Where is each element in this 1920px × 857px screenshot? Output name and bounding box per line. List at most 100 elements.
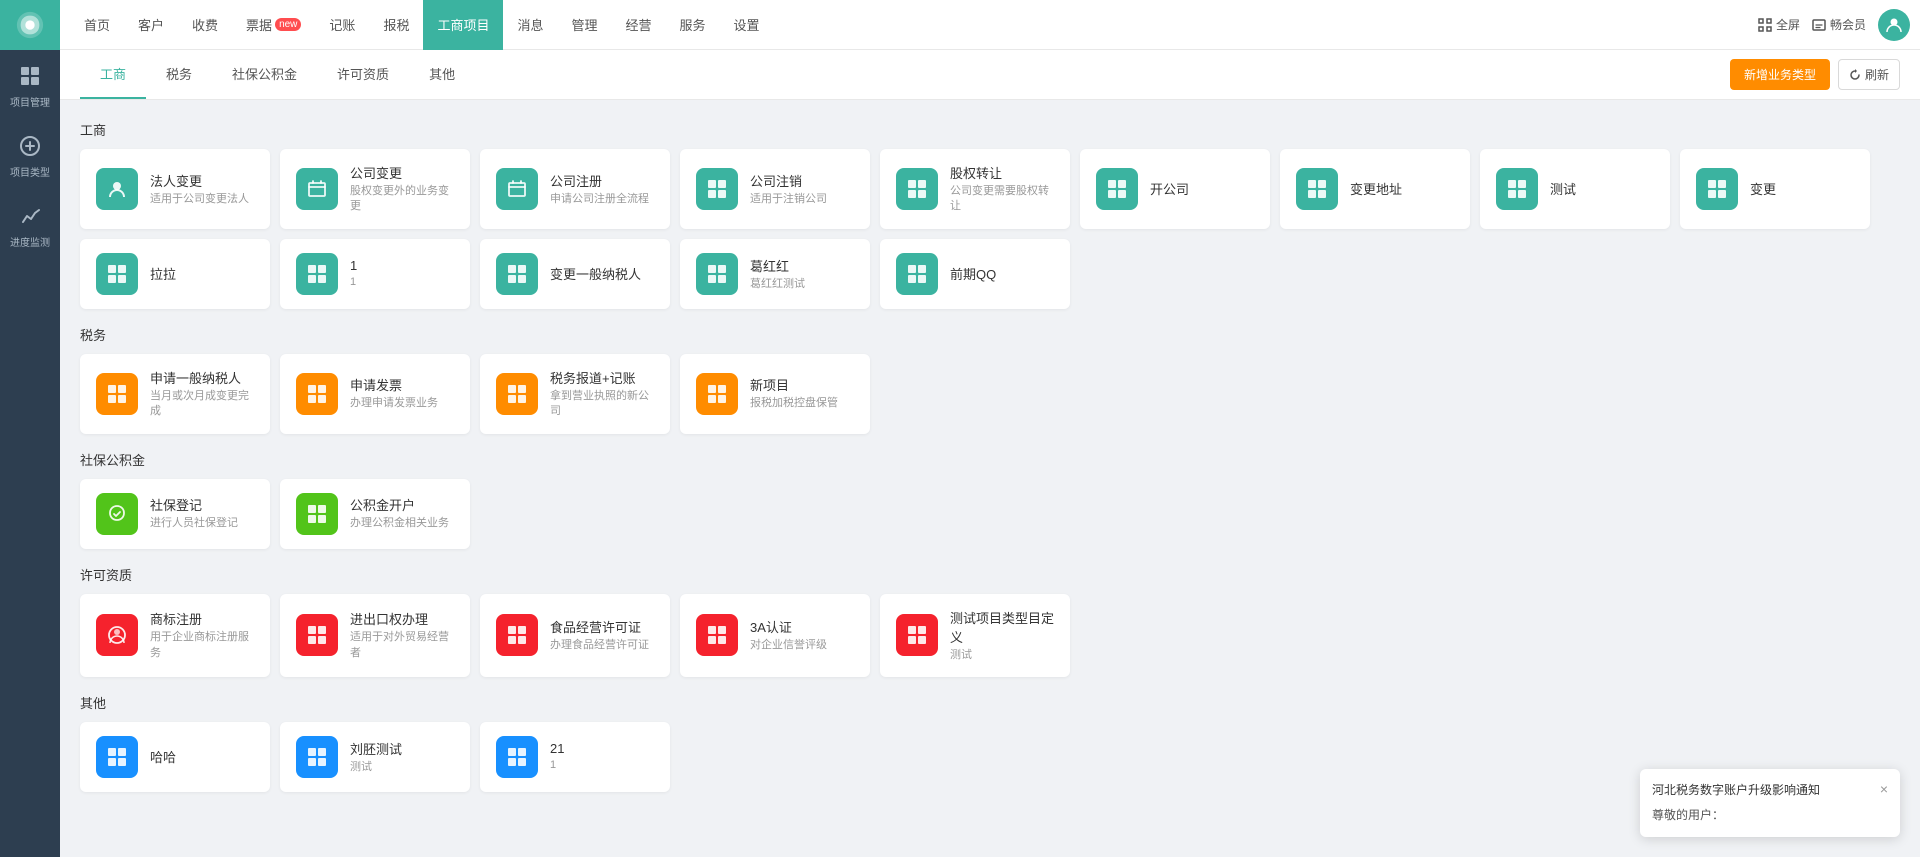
card-legal-change[interactable]: 法人变更适用于公司变更法人 (80, 149, 270, 229)
refresh-button[interactable]: 刷新 (1838, 59, 1900, 90)
grid-icon (906, 178, 928, 200)
card-name-tax-report-accounting: 税务报道+记账 (550, 368, 654, 387)
tab-shuiwu[interactable]: 税务 (146, 50, 212, 99)
card-icon-test-type (896, 614, 938, 656)
grid-icon (506, 624, 528, 646)
nav-customer[interactable]: 客户 (124, 0, 178, 50)
card-haha[interactable]: 哈哈 (80, 722, 270, 792)
card-name-import-export: 进出口权办理 (350, 609, 454, 628)
nav-ticket[interactable]: 票据 new (232, 0, 315, 50)
card-icon-legal-change (96, 168, 138, 210)
tab-shebao[interactable]: 社保公积金 (212, 50, 317, 99)
nav-service[interactable]: 服务 (666, 0, 720, 50)
card-desc-food-license: 办理食品经营许可证 (550, 638, 649, 653)
sidebar-item-project-manage[interactable]: 项目管理 (0, 50, 60, 120)
card-apply-invoice[interactable]: 申请发票办理申请发票业务 (280, 354, 470, 434)
sidebar-item-project-type[interactable]: 项目类型 (0, 120, 60, 190)
card-desc-3a-cert: 对企业信誉评级 (750, 638, 827, 653)
card-desc-equity-transfer: 公司变更需要股权转让 (950, 184, 1054, 215)
card-icon-fund-account (296, 493, 338, 535)
grid-icon (906, 624, 928, 646)
card-name-company-register: 公司注册 (550, 171, 649, 190)
card-name-test: 测试 (1550, 179, 1576, 198)
card-3a-cert[interactable]: 3A认证对企业信誉评级 (680, 594, 870, 677)
card-equity-transfer[interactable]: 股权转让公司变更需要股权转让 (880, 149, 1070, 229)
tab-xuke[interactable]: 许可资质 (317, 50, 409, 99)
card-open-company[interactable]: 开公司 (1080, 149, 1270, 229)
nav-bizproject[interactable]: 工商项目 (423, 0, 503, 50)
grid-icon (106, 746, 128, 768)
card-name-company-change: 公司变更 (350, 163, 454, 182)
card-icon-liupeng-test (296, 736, 338, 778)
notification-popup: 河北税务数字账户升级影响通知 × 尊敬的用户： (1640, 769, 1900, 837)
card-icon-one (296, 253, 338, 295)
main-container: 首页 客户 收费 票据 new 记账 报税 工商项目 消息 管理 经营 服务 设… (60, 0, 1920, 857)
card-icon-lala (96, 253, 138, 295)
avatar[interactable] (1878, 9, 1910, 41)
nav-accounting[interactable]: 记账 (315, 0, 369, 50)
section-title-shuiwu-section: 税务 (80, 325, 1900, 344)
refresh-icon (1849, 69, 1861, 81)
nav-message[interactable]: 消息 (503, 0, 557, 50)
card-company-register[interactable]: 公司注册申请公司注册全流程 (480, 149, 670, 229)
card-icon-change-taxpayer (496, 253, 538, 295)
tab-other[interactable]: 其他 (409, 50, 475, 99)
section-title-other-section: 其他 (80, 693, 1900, 712)
card-name-lala: 拉拉 (150, 264, 176, 283)
card-desc-company-register: 申请公司注册全流程 (550, 192, 649, 207)
tab-gongshang[interactable]: 工商 (80, 50, 146, 99)
card-change-address[interactable]: 变更地址 (1280, 149, 1470, 229)
card-test-type[interactable]: 测试项目类型目定义测试 (880, 594, 1070, 677)
grid-icon (1506, 178, 1528, 200)
card-trademark[interactable]: 商标注册用于企业商标注册服务 (80, 594, 270, 677)
grid-icon (306, 503, 328, 525)
cards-grid-shebao-section: 社保登记进行人员社保登记 公积金开户办理公积金相关业务 (80, 479, 1900, 549)
card-import-export[interactable]: 进出口权办理适用于对外贸易经营者 (280, 594, 470, 677)
card-mahongfu[interactable]: 葛红红葛红红测试 (680, 239, 870, 309)
card-food-license[interactable]: 食品经营许可证办理食品经营许可证 (480, 594, 670, 677)
card-icon-import-export (296, 614, 338, 656)
nav-operation[interactable]: 经营 (612, 0, 666, 50)
nav-settings[interactable]: 设置 (720, 0, 774, 50)
grid-icon (306, 383, 328, 405)
card-desc-twentyone: 1 (550, 758, 564, 773)
grid-icon (306, 746, 328, 768)
card-fund-account[interactable]: 公积金开户办理公积金相关业务 (280, 479, 470, 549)
nav-billing[interactable]: 收费 (178, 0, 232, 50)
card-lala[interactable]: 拉拉 (80, 239, 270, 309)
refresh-label: 刷新 (1865, 66, 1889, 83)
sidebar-logo (0, 0, 60, 50)
card-icon-change (1696, 168, 1738, 210)
card-icon-change-address (1296, 168, 1338, 210)
fullscreen-btn[interactable]: 全屏 (1758, 16, 1800, 33)
card-apply-taxpayer[interactable]: 申请一般纳税人当月或次月成变更完成 (80, 354, 270, 434)
card-name-social-register: 社保登记 (150, 495, 238, 514)
member-btn[interactable]: 畅会员 (1812, 16, 1866, 33)
notification-close-btn[interactable]: × (1880, 781, 1888, 797)
card-name-liupeng-test: 刘胚测试 (350, 739, 402, 758)
card-twentyone[interactable]: 211 (480, 722, 670, 792)
card-one[interactable]: 11 (280, 239, 470, 309)
card-change-taxpayer[interactable]: 变更一般纳税人 (480, 239, 670, 309)
card-name-apply-taxpayer: 申请一般纳税人 (150, 368, 254, 387)
card-test[interactable]: 测试 (1480, 149, 1670, 229)
card-tax-report-accounting[interactable]: 税务报道+记账拿到营业执照的新公司 (480, 354, 670, 434)
card-name-food-license: 食品经营许可证 (550, 617, 649, 636)
card-liupeng-test[interactable]: 刘胚测试测试 (280, 722, 470, 792)
sidebar: 项目管理 项目类型 进度监测 (0, 0, 60, 857)
grid-icon (1706, 178, 1728, 200)
sidebar-item-progress-monitor[interactable]: 进度监测 (0, 190, 60, 260)
card-new-project[interactable]: 新项目报税加税控盘保管 (680, 354, 870, 434)
card-qianqi-qq[interactable]: 前期QQ (880, 239, 1070, 309)
new-type-button[interactable]: 新增业务类型 (1730, 59, 1830, 90)
card-social-register[interactable]: 社保登记进行人员社保登记 (80, 479, 270, 549)
nav-tax[interactable]: 报税 (369, 0, 423, 50)
grid-icon (906, 263, 928, 285)
card-icon-test (1496, 168, 1538, 210)
card-change[interactable]: 变更 (1680, 149, 1870, 229)
card-company-cancel[interactable]: 公司注销适用于注销公司 (680, 149, 870, 229)
nav-home[interactable]: 首页 (70, 0, 124, 50)
card-company-change[interactable]: 公司变更股权变更外的业务变更 (280, 149, 470, 229)
grid-icon (706, 263, 728, 285)
nav-manage[interactable]: 管理 (557, 0, 611, 50)
